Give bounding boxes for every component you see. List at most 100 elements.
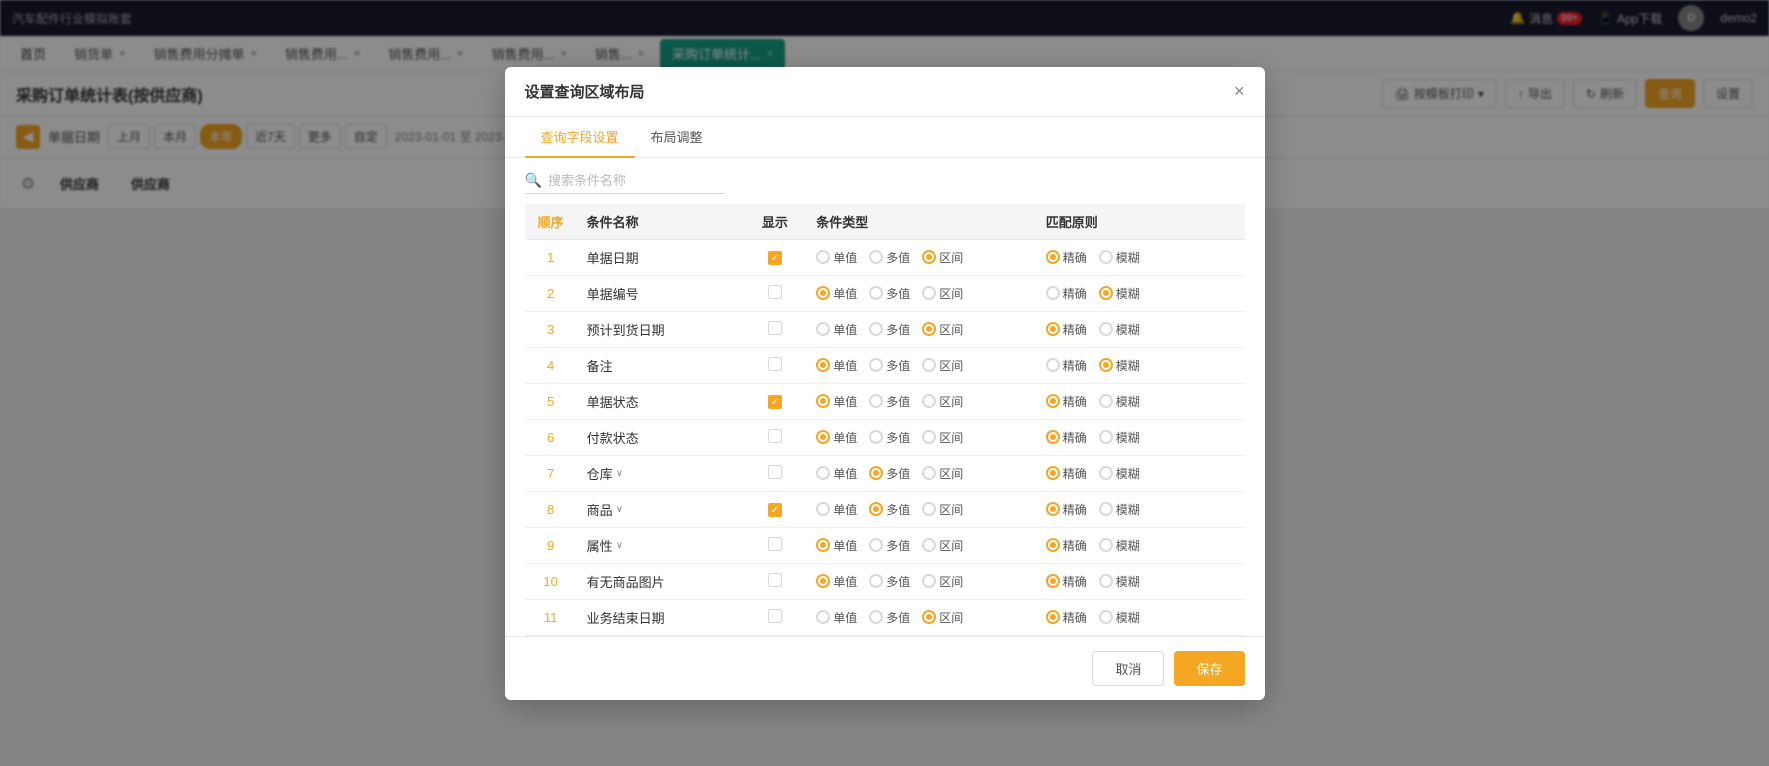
radio-circle	[922, 610, 936, 624]
modal-tabs: 查询字段设置 布局调整	[505, 117, 1265, 158]
match-radio-group: 精确 模糊	[1046, 465, 1235, 482]
match-exact-radio[interactable]: 精确	[1046, 429, 1087, 446]
match-exact-radio[interactable]: 精确	[1046, 573, 1087, 590]
type-multi-radio[interactable]: 多值	[869, 249, 910, 266]
cell-display[interactable]: ✓	[744, 239, 807, 275]
type-single-radio[interactable]: 单值	[816, 465, 857, 482]
type-single-radio[interactable]: 单值	[816, 321, 857, 338]
cell-display[interactable]	[744, 275, 807, 311]
type-multi-radio[interactable]: 多值	[869, 501, 910, 518]
match-exact-radio[interactable]: 精确	[1046, 537, 1087, 554]
save-button[interactable]: 保存	[1174, 651, 1244, 686]
modal-tab-layout-adjust[interactable]: 布局调整	[635, 117, 719, 158]
type-multi-radio[interactable]: 多值	[869, 537, 910, 554]
type-range-radio[interactable]: 区间	[922, 393, 963, 410]
radio-circle	[922, 394, 936, 408]
radio-circle	[1046, 466, 1060, 480]
display-checkbox[interactable]: ✓	[768, 395, 782, 409]
match-exact-radio[interactable]: 精确	[1046, 501, 1087, 518]
radio-circle	[1099, 574, 1113, 588]
cancel-button[interactable]: 取消	[1092, 651, 1164, 686]
type-single-radio[interactable]: 单值	[816, 285, 857, 302]
type-single-radio[interactable]: 单值	[816, 609, 857, 626]
match-exact-radio[interactable]: 精确	[1046, 357, 1087, 374]
search-input[interactable]	[548, 173, 708, 188]
cell-display[interactable]	[744, 599, 807, 635]
match-fuzzy-radio[interactable]: 模糊	[1099, 321, 1140, 338]
match-exact-radio[interactable]: 精确	[1046, 609, 1087, 626]
match-fuzzy-radio[interactable]: 模糊	[1099, 429, 1140, 446]
match-fuzzy-radio[interactable]: 模糊	[1099, 537, 1140, 554]
type-range-radio[interactable]: 区间	[922, 249, 963, 266]
cell-type: 单值 多值 区间	[806, 383, 1036, 419]
match-fuzzy-radio[interactable]: 模糊	[1099, 393, 1140, 410]
display-checkbox[interactable]	[768, 465, 782, 479]
type-single-radio[interactable]: 单值	[816, 573, 857, 590]
type-range-radio[interactable]: 区间	[922, 501, 963, 518]
type-multi-radio[interactable]: 多值	[869, 357, 910, 374]
type-single-radio[interactable]: 单值	[816, 357, 857, 374]
display-checkbox[interactable]	[768, 537, 782, 551]
type-single-radio[interactable]: 单值	[816, 501, 857, 518]
type-multi-radio[interactable]: 多值	[869, 393, 910, 410]
cell-display[interactable]	[744, 527, 807, 563]
cell-display[interactable]	[744, 347, 807, 383]
match-exact-radio[interactable]: 精确	[1046, 285, 1087, 302]
chevron-down-icon: ∨	[616, 468, 623, 479]
display-checkbox[interactable]	[768, 609, 782, 623]
display-checkbox[interactable]: ✓	[768, 503, 782, 517]
display-checkbox[interactable]	[768, 285, 782, 299]
type-multi-radio[interactable]: 多值	[869, 321, 910, 338]
type-multi-radio[interactable]: 多值	[869, 429, 910, 446]
type-range-radio[interactable]: 区间	[922, 357, 963, 374]
type-single-radio[interactable]: 单值	[816, 393, 857, 410]
modal-close-button[interactable]: ×	[1234, 82, 1245, 100]
display-checkbox[interactable]	[768, 573, 782, 587]
cell-display[interactable]: ✓	[744, 383, 807, 419]
type-multi-radio[interactable]: 多值	[869, 465, 910, 482]
type-multi-radio[interactable]: 多值	[869, 573, 910, 590]
th-order: 顺序	[525, 204, 577, 240]
cell-display[interactable]	[744, 311, 807, 347]
type-single-radio[interactable]: 单值	[816, 249, 857, 266]
modal-tab-field-settings[interactable]: 查询字段设置	[525, 117, 635, 158]
display-checkbox[interactable]	[768, 357, 782, 371]
match-fuzzy-radio[interactable]: 模糊	[1099, 285, 1140, 302]
type-range-radio[interactable]: 区间	[922, 429, 963, 446]
modal-title: 设置查询区域布局	[525, 81, 645, 102]
type-range-radio[interactable]: 区间	[922, 465, 963, 482]
type-range-radio[interactable]: 区间	[922, 573, 963, 590]
cell-display[interactable]	[744, 419, 807, 455]
match-exact-radio[interactable]: 精确	[1046, 393, 1087, 410]
type-range-radio[interactable]: 区间	[922, 321, 963, 338]
match-fuzzy-radio[interactable]: 模糊	[1099, 501, 1140, 518]
type-range-radio[interactable]: 区间	[922, 537, 963, 554]
match-fuzzy-radio[interactable]: 模糊	[1099, 609, 1140, 626]
display-checkbox[interactable]: ✓	[768, 251, 782, 265]
radio-label-fuzzy: 模糊	[1116, 357, 1140, 374]
radio-label-range: 区间	[939, 573, 963, 590]
radio-label-single: 单值	[833, 357, 857, 374]
cell-display[interactable]: ✓	[744, 491, 807, 527]
type-single-radio[interactable]: 单值	[816, 537, 857, 554]
radio-label-single: 单值	[833, 465, 857, 482]
type-multi-radio[interactable]: 多值	[869, 609, 910, 626]
match-exact-radio[interactable]: 精确	[1046, 465, 1087, 482]
cell-display[interactable]	[744, 455, 807, 491]
match-exact-radio[interactable]: 精确	[1046, 249, 1087, 266]
match-fuzzy-radio[interactable]: 模糊	[1099, 465, 1140, 482]
table-row: 4备注 单值 多值 区间 精确	[525, 347, 1245, 383]
radio-label-fuzzy: 模糊	[1116, 393, 1140, 410]
display-checkbox[interactable]	[768, 429, 782, 443]
type-range-radio[interactable]: 区间	[922, 609, 963, 626]
match-fuzzy-radio[interactable]: 模糊	[1099, 573, 1140, 590]
match-fuzzy-radio[interactable]: 模糊	[1099, 357, 1140, 374]
match-fuzzy-radio[interactable]: 模糊	[1099, 249, 1140, 266]
cell-display[interactable]	[744, 563, 807, 599]
type-multi-radio[interactable]: 多值	[869, 285, 910, 302]
type-single-radio[interactable]: 单值	[816, 429, 857, 446]
type-range-radio[interactable]: 区间	[922, 285, 963, 302]
display-checkbox[interactable]	[768, 321, 782, 335]
cell-match: 精确 模糊	[1036, 383, 1245, 419]
match-exact-radio[interactable]: 精确	[1046, 321, 1087, 338]
